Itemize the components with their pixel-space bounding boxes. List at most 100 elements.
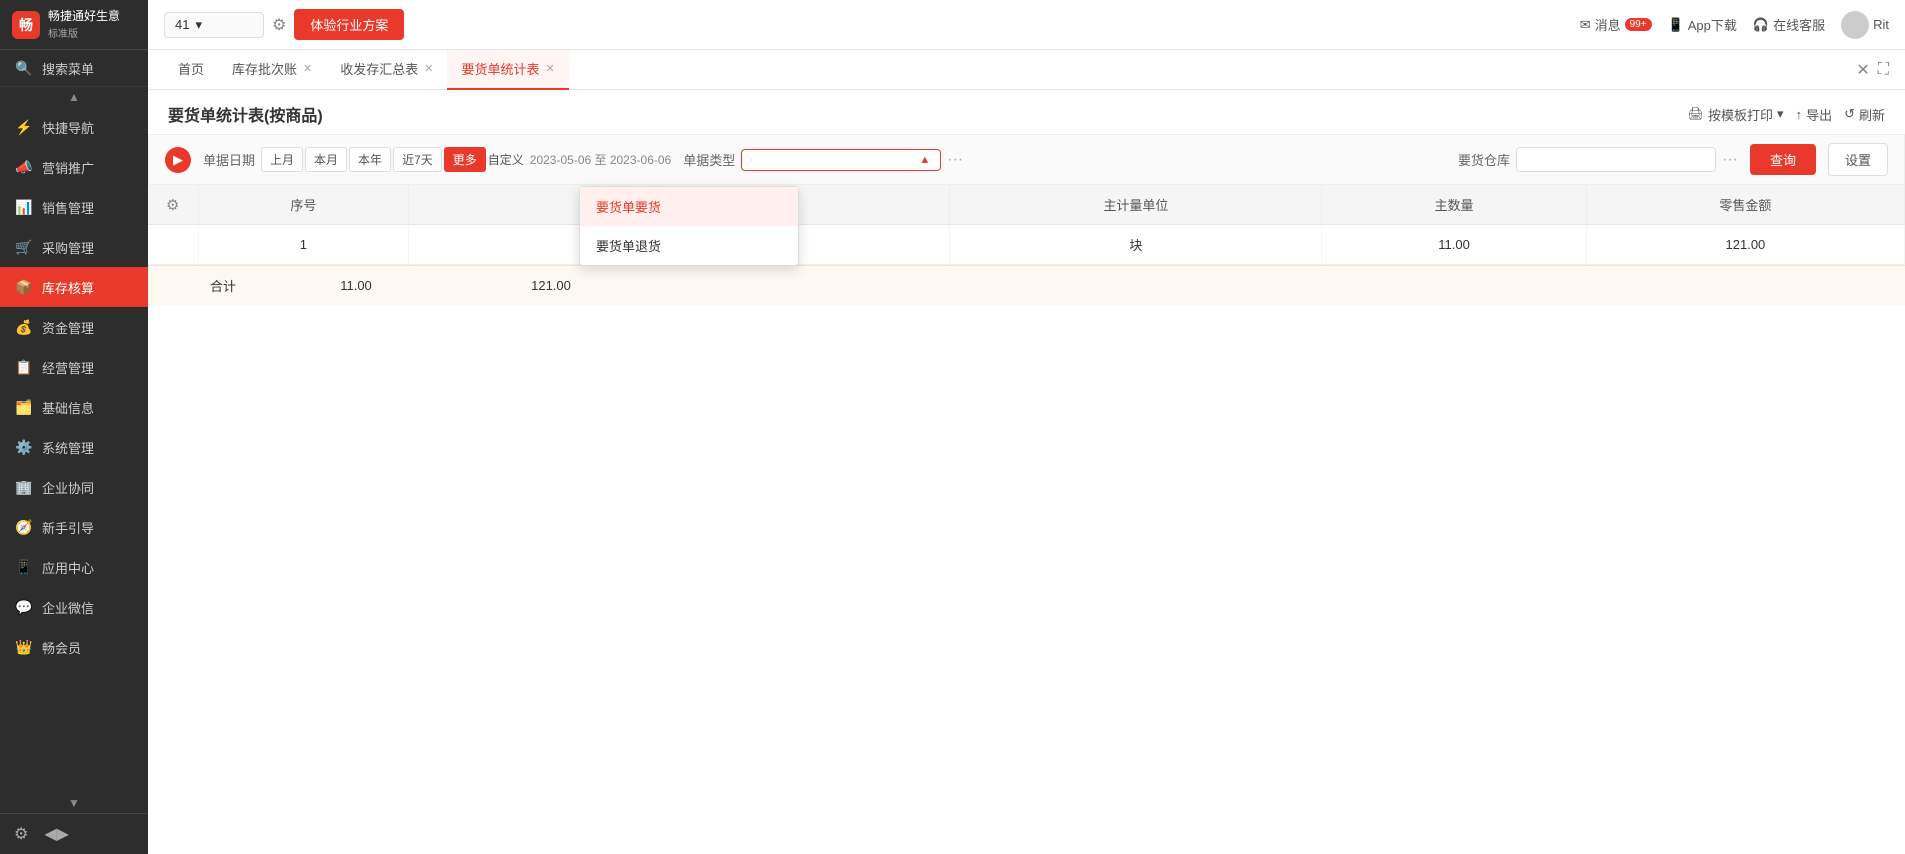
query-button[interactable]: 查询 <box>1750 144 1816 175</box>
column-settings-icon[interactable]: ⚙ <box>166 197 179 214</box>
type-select[interactable]: ▲ <box>741 149 941 171</box>
sidebar-item-sales[interactable]: 📊 销售管理 <box>0 187 148 227</box>
col-index: 序号 <box>198 185 409 225</box>
sidebar-label-appstore: 应用中心 <box>42 558 94 577</box>
vip-icon: 👑 <box>14 637 34 657</box>
sidebar-item-operation[interactable]: 📋 经营管理 <box>0 347 148 387</box>
wechat-icon: 💬 <box>14 597 34 617</box>
refresh-button[interactable]: ↺ 刷新 <box>1844 105 1885 124</box>
tab-order-summary-close-icon[interactable]: ✕ <box>546 62 555 75</box>
tab-receivable-summary[interactable]: 收发存汇总表 ✕ <box>326 50 447 90</box>
messages-action[interactable]: ✉ 消息 99+ <box>1580 15 1652 34</box>
system-icon: ⚙️ <box>14 437 34 457</box>
sidebar-item-wechat[interactable]: 💬 企业微信 <box>0 587 148 627</box>
app-download-action[interactable]: 📱 App下载 <box>1668 15 1737 34</box>
message-icon: ✉ <box>1580 17 1591 33</box>
filter-bar: ▶ 单据日期 上月 本月 本年 近7天 更多 自定义 2023-05-06 至 … <box>148 134 1905 185</box>
sidebar-menu: ⚡ 快捷导航 📣 营销推广 📊 销售管理 🛒 采购管理 📦 库存核算 💰 资金管… <box>0 107 148 793</box>
trial-button[interactable]: 体验行业方案 <box>294 9 404 40</box>
print-template-button[interactable]: 🖨 按模板打印 ▾ <box>1688 105 1784 124</box>
search-label: 搜索菜单 <box>42 59 94 78</box>
sidebar-item-purchase[interactable]: 🛒 采购管理 <box>0 227 148 267</box>
settings-button[interactable]: 设置 <box>1828 143 1888 176</box>
chevron-right-icon: ▶ <box>173 152 183 168</box>
topbar-right: ✉ 消息 99+ 📱 App下载 🎧 在线客服 Rit <box>1580 11 1889 39</box>
dropdown-item-yaohuo-order[interactable]: 要货单要货 <box>580 187 798 226</box>
logo-icon: 畅 <box>12 11 40 39</box>
type-select-arrow-icon: ▲ <box>919 154 930 166</box>
tab-order-summary[interactable]: 要货单统计表 ✕ <box>447 50 568 90</box>
refresh-label: 刷新 <box>1859 105 1885 124</box>
tab-home-label: 首页 <box>178 59 204 78</box>
tab-inventory-batch-close-icon[interactable]: ✕ <box>303 62 312 75</box>
basic-icon: 🗂️ <box>14 397 34 417</box>
col-qty: 主数量 <box>1322 185 1586 225</box>
logo-brand: 畅捷通好生意 <box>48 9 120 25</box>
sidebar-item-system[interactable]: ⚙️ 系统管理 <box>0 427 148 467</box>
guide-icon: 🧭 <box>14 517 34 537</box>
sidebar-label-wechat: 企业微信 <box>42 598 94 617</box>
mobile-icon: 📱 <box>1668 17 1684 33</box>
sidebar-item-guide[interactable]: 🧭 新手引导 <box>0 507 148 547</box>
date-btn-more[interactable]: 更多 <box>444 147 486 172</box>
sidebar-item-basic[interactable]: 🗂️ 基础信息 <box>0 387 148 427</box>
search-icon: 🔍 <box>14 58 34 78</box>
company-selector[interactable]: 41 ▾ <box>164 12 264 38</box>
filter-expand-button[interactable]: ▶ <box>165 147 191 173</box>
inventory-icon: 📦 <box>14 277 34 297</box>
col-gear[interactable]: ⚙ <box>148 185 198 225</box>
table-header-row: ⚙ 序号 商品 主计量单位 主数量 零售金额 <box>148 185 1905 225</box>
finance-icon: 💰 <box>14 317 34 337</box>
settings-icon[interactable]: ⚙ <box>14 824 28 844</box>
row-1-qty: 11.00 <box>1322 225 1586 265</box>
sidebar-item-inventory[interactable]: 📦 库存核算 <box>0 267 148 307</box>
sidebar-scroll-up[interactable]: ▲ <box>0 87 148 107</box>
type-filter-more-icon[interactable]: ··· <box>947 151 963 169</box>
footer-total-qty: 11.00 <box>256 278 456 293</box>
main-area: 41 ▾ ⚙ 体验行业方案 ✉ 消息 99+ 📱 App下载 🎧 在线客服 R <box>148 0 1905 854</box>
sidebar-label-marketing: 营销推广 <box>42 158 94 177</box>
sidebar-item-enterprise[interactable]: 🏢 企业协同 <box>0 467 148 507</box>
sidebar-scroll-down[interactable]: ▼ <box>0 793 148 813</box>
sidebar-label-sales: 销售管理 <box>42 198 94 217</box>
date-btn-this-year[interactable]: 本年 <box>349 147 391 172</box>
tab-inventory-batch-label: 库存批次账 <box>232 59 297 78</box>
topbar-left: 41 ▾ ⚙ 体验行业方案 <box>164 9 1568 40</box>
sidebar-search[interactable]: 🔍 搜索菜单 <box>0 50 148 87</box>
quick-nav-icon: ⚡ <box>14 117 34 137</box>
date-btn-this-month[interactable]: 本月 <box>305 147 347 172</box>
tab-home[interactable]: 首页 <box>164 50 218 90</box>
date-btn-last-month[interactable]: 上月 <box>261 147 303 172</box>
footer-total-amount: 121.00 <box>476 278 626 293</box>
table-footer: 合计 11.00 121.00 <box>148 265 1905 305</box>
sidebar-item-finance[interactable]: 💰 资金管理 <box>0 307 148 347</box>
appstore-icon: 📱 <box>14 557 34 577</box>
data-table: ⚙ 序号 商品 主计量单位 主数量 零售金额 1 <box>148 185 1905 265</box>
date-btn-custom[interactable]: 自定义 <box>488 151 524 168</box>
tab-inventory-batch[interactable]: 库存批次账 ✕ <box>218 50 326 90</box>
dropdown-item-label-yaohuo-order: 要货单要货 <box>596 200 661 215</box>
sidebar-item-appstore[interactable]: 📱 应用中心 <box>0 547 148 587</box>
results-table: ⚙ 序号 商品 主计量单位 主数量 零售金额 1 <box>148 185 1905 265</box>
date-btn-7days[interactable]: 近7天 <box>393 147 442 172</box>
dropdown-item-yaohuo-return[interactable]: 要货单退货 <box>580 226 798 265</box>
dropdown-item-label-yaohuo-return: 要货单退货 <box>596 239 661 254</box>
warehouse-more-icon[interactable]: ··· <box>1722 151 1738 169</box>
tab-receivable-summary-close-icon[interactable]: ✕ <box>424 62 433 75</box>
tab-expand-icon[interactable]: ⛶ <box>1878 61 1889 79</box>
topbar-gear-icon[interactable]: ⚙ <box>272 15 286 35</box>
warehouse-input[interactable] <box>1516 147 1716 172</box>
page-header: 要货单统计表(按商品) 🖨 按模板打印 ▾ ↑ 导出 ↺ 刷新 <box>148 90 1905 134</box>
sidebar-label-quick-nav: 快捷导航 <box>42 118 94 137</box>
user-action[interactable]: Rit <box>1841 11 1889 39</box>
tab-close-all-icon[interactable]: ✕ <box>1856 60 1869 80</box>
sidebar-item-marketing[interactable]: 📣 营销推广 <box>0 147 148 187</box>
online-service-label: 在线客服 <box>1773 15 1825 34</box>
print-icon: 🖨 <box>1688 106 1705 122</box>
export-button[interactable]: ↑ 导出 <box>1796 105 1833 124</box>
date-filter-group: 单据日期 上月 本月 本年 近7天 更多 自定义 2023-05-06 至 20… <box>203 147 671 172</box>
sidebar-item-vip[interactable]: 👑 畅会员 <box>0 627 148 667</box>
toggle-collapse-icon[interactable]: ◀▶ <box>44 824 69 844</box>
online-service-action[interactable]: 🎧 在线客服 <box>1753 15 1825 34</box>
sidebar-item-quick-nav[interactable]: ⚡ 快捷导航 <box>0 107 148 147</box>
